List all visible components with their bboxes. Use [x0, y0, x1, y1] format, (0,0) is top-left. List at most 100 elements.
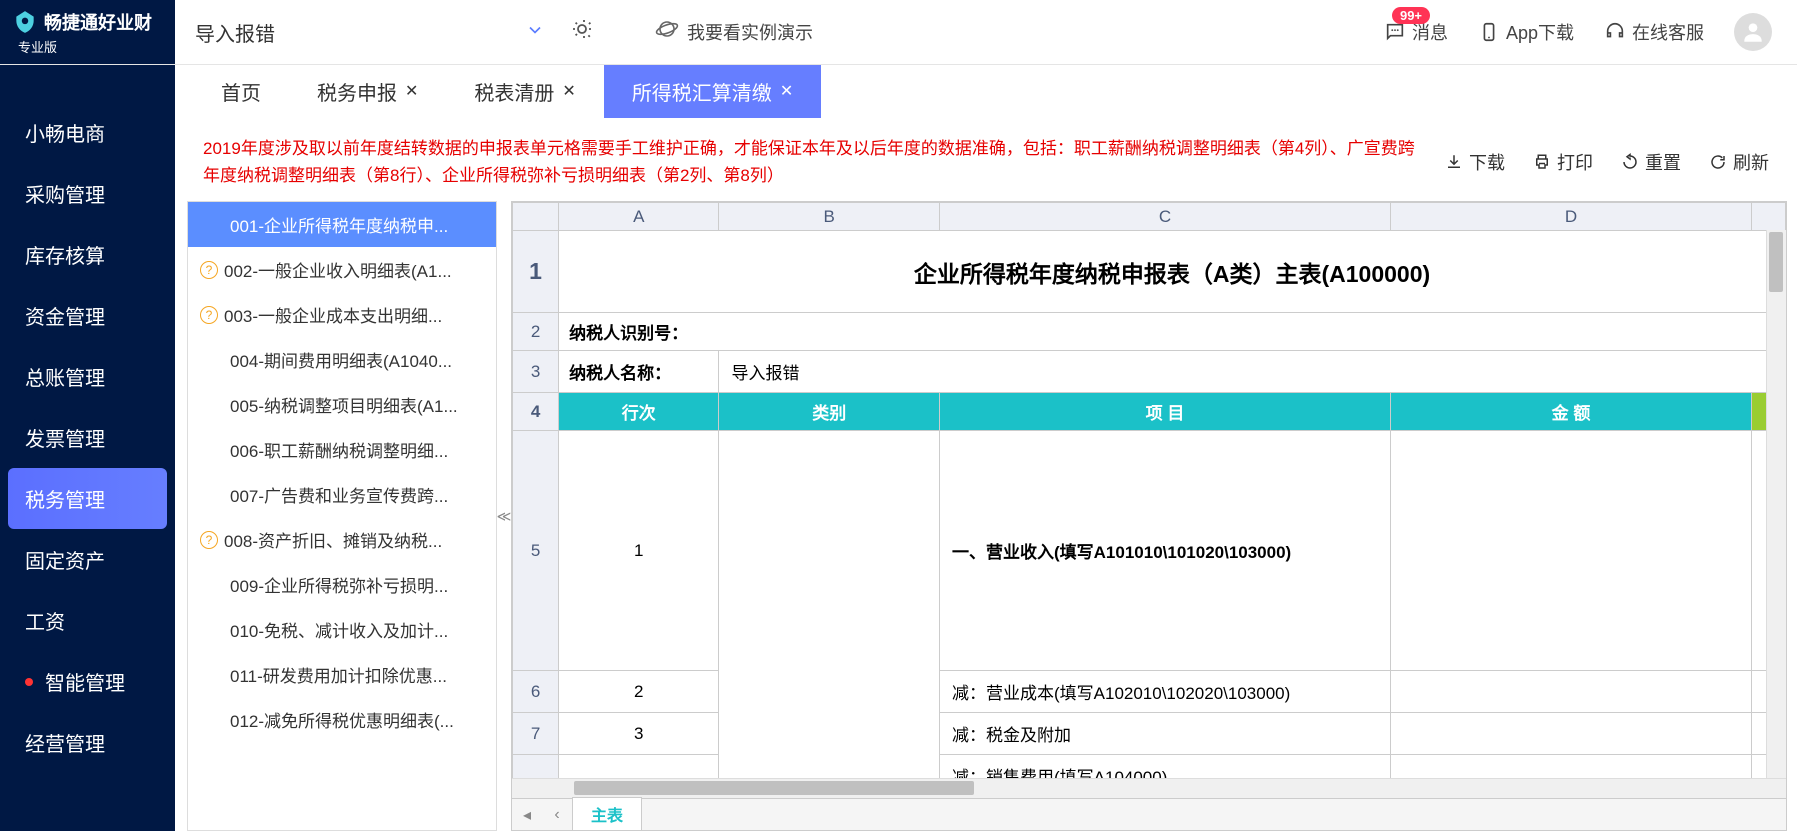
- close-icon[interactable]: ✕: [405, 81, 418, 101]
- scrollbar-horizontal[interactable]: [512, 778, 1786, 798]
- logo-area: 畅捷通好业财 专业版: [0, 0, 175, 64]
- sheet-tab[interactable]: 主表: [572, 797, 642, 831]
- row-head-5[interactable]: 5: [513, 431, 559, 671]
- cell-7c[interactable]: 减：税金及附加: [939, 713, 1390, 755]
- close-icon[interactable]: ✕: [780, 81, 793, 101]
- row-head-7[interactable]: 7: [513, 713, 559, 755]
- sheet-nav-prev[interactable]: ‹: [542, 806, 572, 824]
- col-head-b[interactable]: B: [719, 203, 940, 231]
- sidebar-item-2[interactable]: 库存核算: [0, 224, 175, 285]
- form-item-10[interactable]: 011-研发费用加计扣除优惠...: [188, 652, 496, 697]
- phone-icon: [1478, 21, 1500, 43]
- sidebar: 小畅电商 采购管理 库存核算 资金管理 总账管理 发票管理 税务管理 固定资产 …: [0, 65, 175, 831]
- sidebar-item-9[interactable]: 智能管理: [0, 651, 175, 712]
- sheet-nav-first[interactable]: ◂: [512, 805, 542, 825]
- scrollbar-vertical[interactable]: [1766, 230, 1786, 778]
- cell-5d[interactable]: [1391, 431, 1752, 671]
- cell-7a[interactable]: 3: [559, 713, 719, 755]
- taxpayer-name-label[interactable]: 纳税人名称：: [559, 351, 719, 393]
- row-head-3[interactable]: 3: [513, 351, 559, 393]
- download-button[interactable]: 下载: [1445, 149, 1505, 175]
- planet-icon: [655, 17, 679, 47]
- sheet-area: A B C D 1 企业所得税年度纳税申报表（A类）主表(A100000) 2: [511, 201, 1787, 831]
- avatar[interactable]: [1734, 13, 1772, 51]
- cell-5c[interactable]: 一、营业收入(填写A101010\101020\103000): [939, 431, 1390, 671]
- col-head-d[interactable]: D: [1391, 203, 1752, 231]
- col-head-a[interactable]: A: [559, 203, 719, 231]
- form-item-2[interactable]: ?003-一般企业成本支出明细...: [188, 292, 496, 337]
- cell-8d[interactable]: [1391, 755, 1752, 778]
- chat-icon: [1384, 21, 1406, 43]
- form-item-6[interactable]: 007-广告费和业务宣传费跨...: [188, 472, 496, 517]
- form-item-0[interactable]: 001-企业所得税年度纳税申...: [188, 202, 496, 247]
- close-icon[interactable]: ✕: [562, 81, 575, 101]
- sidebar-item-1[interactable]: 采购管理: [0, 163, 175, 224]
- tab-home[interactable]: 首页: [193, 65, 289, 118]
- demo-link-label: 我要看实例演示: [687, 19, 813, 45]
- col-head-e[interactable]: [1751, 203, 1785, 231]
- collapse-handle[interactable]: ≪: [497, 201, 511, 831]
- sheet-title[interactable]: 企业所得税年度纳税申报表（A类）主表(A100000): [559, 231, 1786, 313]
- sidebar-item-3[interactable]: 资金管理: [0, 285, 175, 346]
- app-download-button[interactable]: App下载: [1478, 19, 1574, 45]
- cell-cat[interactable]: [719, 431, 940, 778]
- question-icon: ?: [200, 531, 218, 549]
- message-button[interactable]: 99+ 消息: [1384, 19, 1448, 45]
- hdr-line[interactable]: 行次: [559, 393, 719, 431]
- sidebar-item-4[interactable]: 总账管理: [0, 346, 175, 407]
- tab-register[interactable]: 税表清册✕: [446, 65, 603, 118]
- reset-icon: [1621, 153, 1639, 171]
- sidebar-item-5[interactable]: 发票管理: [0, 407, 175, 468]
- cell-6a[interactable]: 2: [559, 671, 719, 713]
- form-item-1[interactable]: ?002-一般企业收入明细表(A1...: [188, 247, 496, 292]
- cell-8c[interactable]: 减：销售费用(填写A104000): [939, 755, 1390, 778]
- refresh-icon: [1709, 153, 1727, 171]
- cell-5a[interactable]: 1: [559, 431, 719, 671]
- demo-link[interactable]: 我要看实例演示: [655, 17, 813, 47]
- question-icon: ?: [200, 306, 218, 324]
- row-head-4[interactable]: 4: [513, 393, 559, 431]
- form-item-4[interactable]: 005-纳税调整项目明细表(A1...: [188, 382, 496, 427]
- form-item-9[interactable]: 010-免税、减计收入及加计...: [188, 607, 496, 652]
- gear-icon[interactable]: [570, 17, 594, 47]
- red-dot-icon: [25, 678, 33, 686]
- tab-declare[interactable]: 税务申报✕: [289, 65, 446, 118]
- form-item-7[interactable]: ?008-资产折旧、摊销及纳税...: [188, 517, 496, 562]
- taxpayer-id-label[interactable]: 纳税人识别号：: [559, 313, 1786, 351]
- hdr-item[interactable]: 项 目: [939, 393, 1390, 431]
- row-head-6[interactable]: 6: [513, 671, 559, 713]
- col-head-c[interactable]: C: [939, 203, 1390, 231]
- row-head-2[interactable]: 2: [513, 313, 559, 351]
- form-item-3[interactable]: 004-期间费用明细表(A1040...: [188, 337, 496, 382]
- sheet-corner[interactable]: [513, 203, 559, 231]
- sidebar-item-0[interactable]: 小畅电商: [0, 102, 175, 163]
- cell-6d[interactable]: [1391, 671, 1752, 713]
- sidebar-item-7[interactable]: 固定资产: [0, 529, 175, 590]
- tab-settlement[interactable]: 所得税汇算清缴✕: [604, 65, 821, 118]
- message-badge: 99+: [1392, 7, 1430, 24]
- sidebar-item-truncated[interactable]: [0, 70, 175, 102]
- refresh-button[interactable]: 刷新: [1709, 149, 1769, 175]
- brand-icon: [12, 9, 38, 35]
- reset-button[interactable]: 重置: [1621, 149, 1681, 175]
- taxpayer-name-value[interactable]: 导入报错: [719, 351, 1786, 393]
- cell-7d[interactable]: [1391, 713, 1752, 755]
- search-input[interactable]: [195, 21, 515, 44]
- chevron-down-icon[interactable]: [525, 20, 545, 45]
- form-item-5[interactable]: 006-职工薪酬纳税调整明细...: [188, 427, 496, 472]
- hdr-cat[interactable]: 类别: [719, 393, 940, 431]
- form-item-11[interactable]: 012-减免所得税优惠明细表(...: [188, 697, 496, 742]
- print-button[interactable]: 打印: [1533, 149, 1593, 175]
- sidebar-item-10[interactable]: 经营管理: [0, 712, 175, 773]
- sidebar-item-6[interactable]: 税务管理: [8, 468, 167, 529]
- form-item-8[interactable]: 009-企业所得税弥补亏损明...: [188, 562, 496, 607]
- download-icon: [1445, 153, 1463, 171]
- cell-8a[interactable]: [559, 755, 719, 778]
- sidebar-item-8[interactable]: 工资: [0, 590, 175, 651]
- hdr-amt[interactable]: 金 额: [1391, 393, 1752, 431]
- cell-6c[interactable]: 减：营业成本(填写A102010\102020\103000): [939, 671, 1390, 713]
- row-head-8[interactable]: [513, 755, 559, 778]
- online-service-button[interactable]: 在线客服: [1604, 19, 1704, 45]
- question-icon: ?: [200, 261, 218, 279]
- row-head-1[interactable]: 1: [513, 231, 559, 313]
